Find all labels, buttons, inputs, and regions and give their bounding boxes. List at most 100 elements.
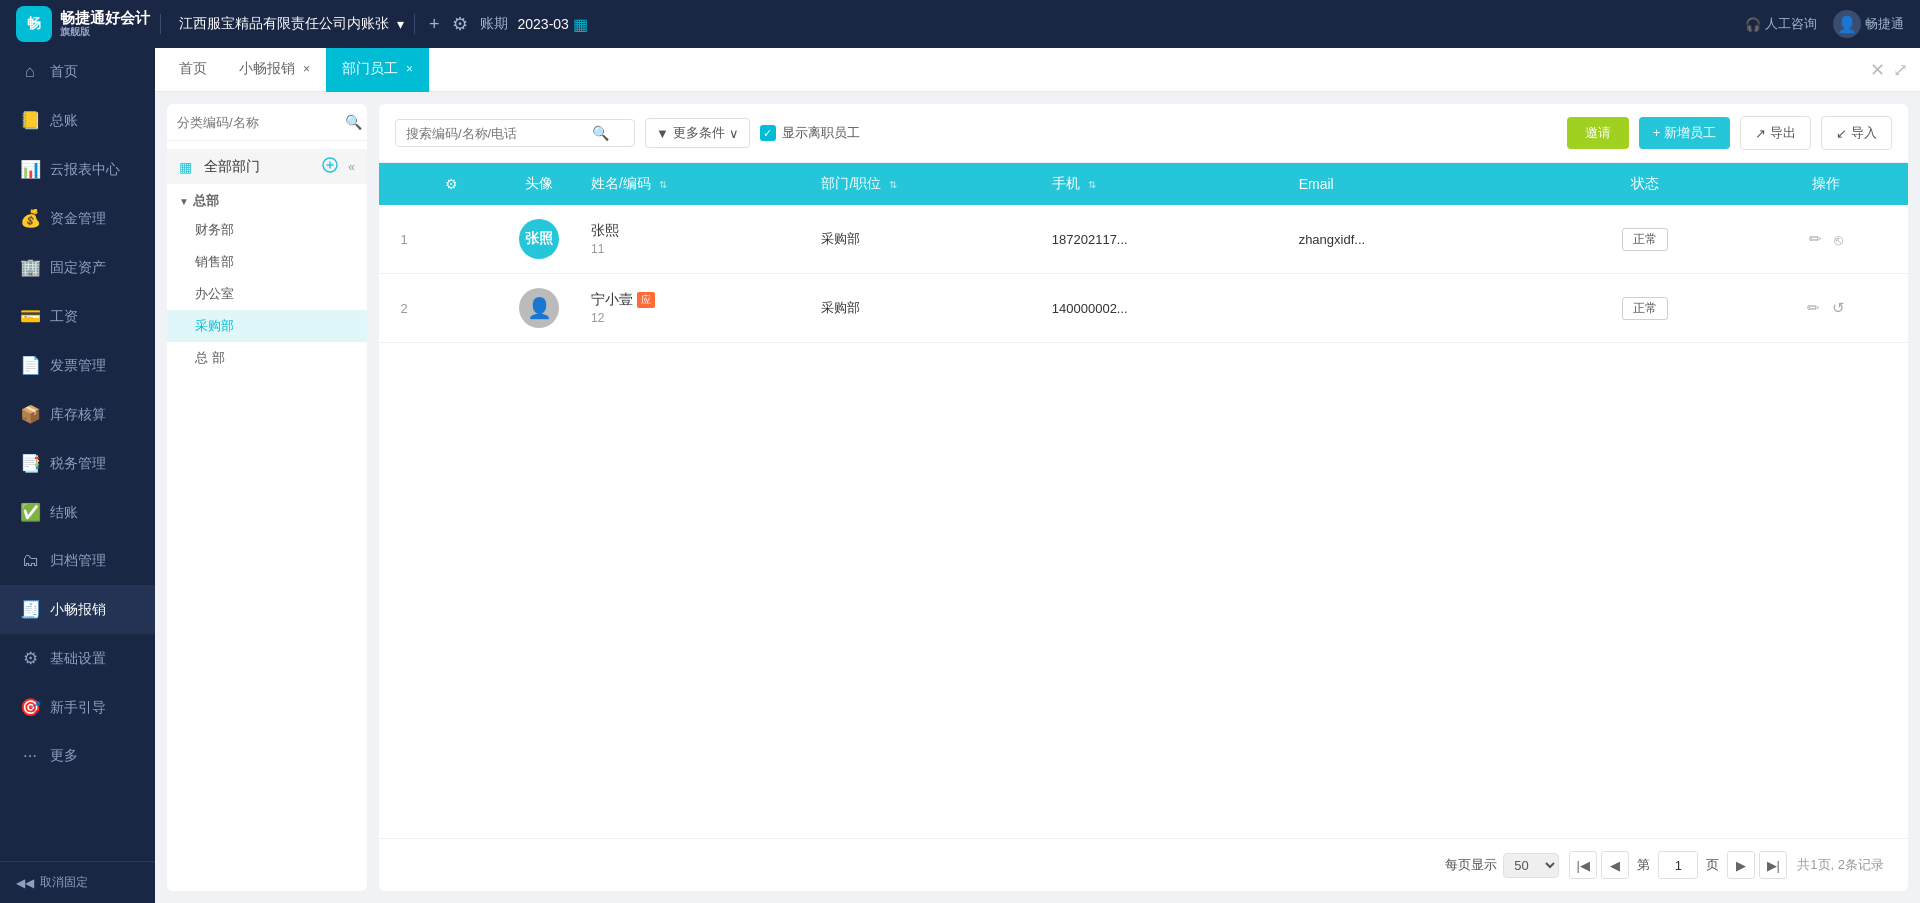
employee-name: 张熙 — [591, 222, 789, 240]
resigned-checkbox[interactable]: ✓ — [760, 125, 776, 141]
user-name: 畅捷通 — [1865, 15, 1904, 33]
th-actions: 操作 — [1743, 163, 1908, 205]
company-selector[interactable]: 江西服宝精品有限责任公司内账张 ▾ — [179, 15, 404, 33]
more-filter-chevron: ∨ — [729, 126, 739, 141]
settings-icon[interactable]: ⚙ — [452, 13, 468, 35]
dept-item-office[interactable]: 办公室 — [167, 278, 367, 310]
add-employee-button[interactable]: + 新增员工 — [1639, 117, 1730, 149]
more-filter-label: 更多条件 — [673, 124, 725, 142]
dept-sort-icon: ⇅ — [889, 179, 897, 190]
more-filter-button[interactable]: ▼ 更多条件 ∨ — [645, 118, 750, 148]
sidebar-item-inventory[interactable]: 📦 库存核算 — [0, 390, 155, 439]
logo-text: 畅捷通好会计 旗舰版 — [60, 10, 150, 39]
tab-expense[interactable]: 小畅报销 × — [223, 48, 326, 92]
sidebar-item-archive[interactable]: 🗂 归档管理 — [0, 537, 155, 585]
th-settings[interactable]: ⚙ — [429, 163, 503, 205]
tab-dept-close[interactable]: × — [406, 62, 413, 76]
last-page-btn[interactable]: ▶| — [1759, 851, 1787, 879]
page-input[interactable] — [1658, 851, 1698, 879]
content-area: 首页 小畅报销 × 部门员工 × ✕ ⤢ 🔍 — [155, 48, 1920, 903]
period-label: 账期 — [480, 15, 508, 33]
next-page-btn[interactable]: ▶ — [1727, 851, 1755, 879]
sidebar-item-home[interactable]: ⌂ 首页 — [0, 48, 155, 96]
tab-home[interactable]: 首页 — [163, 48, 223, 92]
export-button[interactable]: ↗ 导出 — [1740, 116, 1811, 150]
show-resigned-toggle[interactable]: ✓ 显示离职员工 — [760, 124, 860, 142]
dept-item-general[interactable]: 总 部 — [167, 342, 367, 374]
first-page-btn[interactable]: |◀ — [1569, 851, 1597, 879]
dept-sales-label: 销售部 — [195, 254, 234, 269]
edit-icon[interactable]: ✏ — [1807, 299, 1820, 317]
sidebar-label-reports: 云报表中心 — [50, 161, 120, 179]
tab-expense-close[interactable]: × — [303, 62, 310, 76]
employee-search-input[interactable] — [406, 126, 586, 141]
sidebar-label-settings: 基础设置 — [50, 650, 106, 668]
sidebar-item-more[interactable]: ··· 更多 — [0, 732, 155, 780]
salary-icon: 💳 — [20, 306, 40, 327]
import-button[interactable]: ↙ 导入 — [1821, 116, 1892, 150]
tab-dept-label: 部门员工 — [342, 60, 398, 78]
dept-search-input[interactable] — [177, 115, 345, 130]
th-dept[interactable]: 部门/职位 ⇅ — [805, 163, 1035, 205]
sidebar-label-more: 更多 — [50, 747, 78, 765]
sidebar-item-checkout[interactable]: ✅ 结账 — [0, 488, 155, 537]
dept-edit-icon[interactable] — [322, 157, 338, 176]
cell-avatar: 👤 — [503, 274, 575, 343]
add-tab-icon[interactable]: + — [429, 14, 440, 35]
sidebar-item-ledger[interactable]: 📒 总账 — [0, 96, 155, 145]
sidebar-item-guide[interactable]: 🎯 新手引导 — [0, 683, 155, 732]
th-name[interactable]: 姓名/编码 ⇅ — [575, 163, 805, 205]
delete-icon[interactable]: ↺ — [1832, 299, 1845, 317]
cell-settings — [429, 205, 503, 274]
checkout-icon: ✅ — [20, 502, 40, 523]
th-phone[interactable]: 手机 ⇅ — [1036, 163, 1283, 205]
per-page-dropdown[interactable]: 50 10 20 100 — [1503, 853, 1559, 878]
sidebar-item-salary[interactable]: 💳 工资 — [0, 292, 155, 341]
sidebar-label-inventory: 库存核算 — [50, 406, 106, 424]
sidebar-item-invoice[interactable]: 📄 发票管理 — [0, 341, 155, 390]
di-label: 第 — [1637, 856, 1650, 874]
user-avatar: 👤 — [1833, 10, 1861, 38]
cell-email: zhangxidf... — [1283, 205, 1546, 274]
tab-dept-employee[interactable]: 部门员工 × — [326, 48, 429, 92]
dept-item-finance[interactable]: 财务部 — [167, 214, 367, 246]
invite-button[interactable]: 邀请 — [1567, 117, 1629, 149]
guide-icon: 🎯 — [20, 697, 40, 718]
dept-collapse-icon[interactable]: « — [348, 160, 355, 174]
dept-item-sales[interactable]: 销售部 — [167, 246, 367, 278]
all-dept-item[interactable]: ▦ 全部部门 « — [167, 149, 367, 184]
export-label: 导出 — [1770, 124, 1796, 142]
cell-name: 张熙11 — [575, 205, 805, 274]
logo-icon: 畅 — [16, 6, 52, 42]
dept-item-purchase[interactable]: 采购部 — [167, 310, 367, 342]
sidebar-item-settings[interactable]: ⚙ 基础设置 — [0, 634, 155, 683]
sidebar-item-reports[interactable]: 📊 云报表中心 — [0, 145, 155, 194]
cell-status: 正常 — [1546, 274, 1743, 343]
page-nav: |◀ ◀ 第 页 ▶ ▶| — [1569, 851, 1787, 879]
headset-icon: 🎧 — [1745, 17, 1761, 32]
sidebar-label-home: 首页 — [50, 63, 78, 81]
expand-icon[interactable]: ⤢ — [1893, 59, 1908, 81]
cell-actions: ✏↺ — [1743, 274, 1908, 343]
logout-icon[interactable]: ⎋ — [1834, 231, 1843, 248]
prev-page-btn[interactable]: ◀ — [1601, 851, 1629, 879]
dept-search-icon[interactable]: 🔍 — [345, 114, 362, 130]
user-menu[interactable]: 👤 畅捷通 — [1833, 10, 1904, 38]
service-button[interactable]: 🎧 人工咨询 — [1745, 15, 1817, 33]
calendar-icon[interactable]: ▦ — [573, 15, 588, 34]
sidebar-item-capital[interactable]: 💰 资金管理 — [0, 194, 155, 243]
dept-root-header[interactable]: ▼ 总部 — [167, 184, 367, 214]
name-sort-icon: ⇅ — [659, 179, 667, 190]
employee-table-container: ⚙ 头像 姓名/编码 ⇅ 部门/职位 ⇅ 手机 ⇅ — [379, 163, 1908, 838]
employee-search-icon[interactable]: 🔍 — [592, 125, 609, 141]
edit-icon[interactable]: ✏ — [1809, 230, 1822, 248]
sidebar-item-expense[interactable]: 🧾 小畅报销 — [0, 585, 155, 634]
cancel-pin-button[interactable]: ◀◀ 取消固定 — [0, 861, 155, 903]
close-all-icon[interactable]: ✕ — [1870, 59, 1885, 81]
cell-email — [1283, 274, 1546, 343]
sidebar-item-tax[interactable]: 📑 税务管理 — [0, 439, 155, 488]
dept-root-label: 总部 — [193, 192, 219, 210]
dept-office-label: 办公室 — [195, 286, 234, 301]
cell-phone: 140000002... — [1036, 274, 1283, 343]
sidebar-item-assets[interactable]: 🏢 固定资产 — [0, 243, 155, 292]
